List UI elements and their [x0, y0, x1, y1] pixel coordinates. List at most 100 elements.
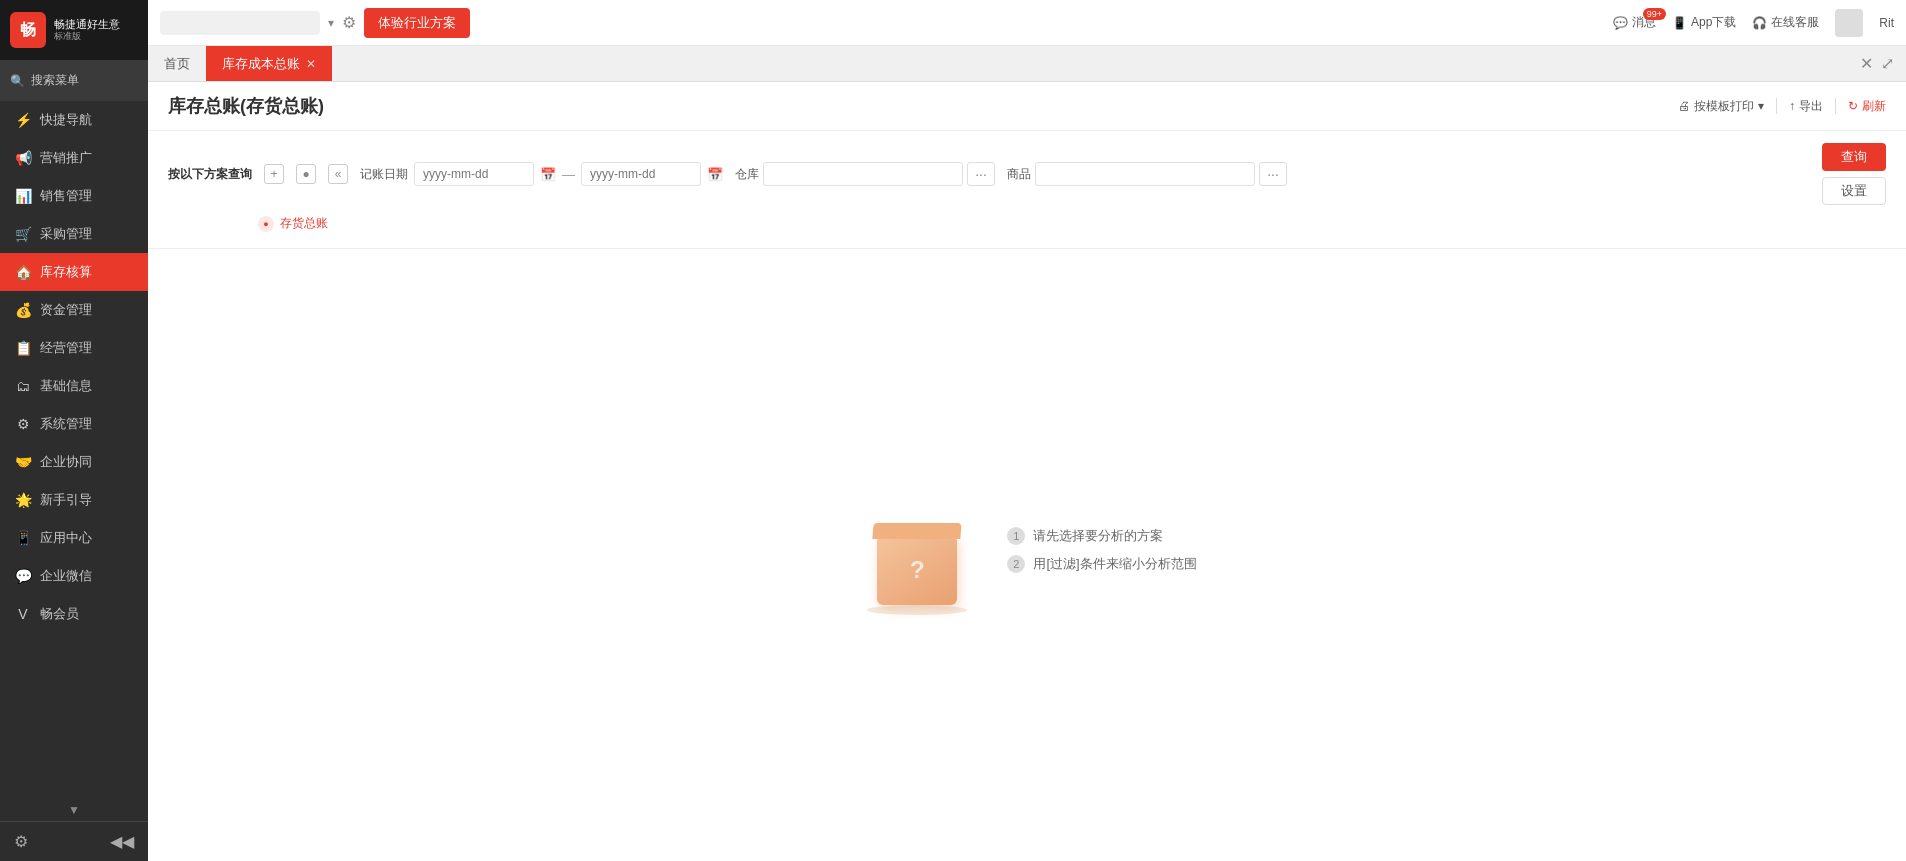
sidebar-item-sales[interactable]: 📊 销售管理 [0, 177, 148, 215]
sidebar-item-marketing[interactable]: 📢 营销推广 [0, 139, 148, 177]
scheme-item[interactable]: ● 存货总账 [248, 211, 338, 236]
sidebar-item-funds[interactable]: 💰 资金管理 [0, 291, 148, 329]
refresh-label: 刷新 [1862, 98, 1886, 115]
inventory-icon: 🏠 [14, 264, 32, 280]
message-action[interactable]: 💬 消息 99+ [1613, 14, 1656, 31]
empty-box [877, 535, 957, 605]
scheme-area: ● 存货总账 [168, 205, 1886, 236]
content-wrapper: 库存总账(存货总账) 🖨 按模板打印 ▾ ↑ 导出 ↻ 刷新 [148, 82, 1906, 861]
sidebar-item-member[interactable]: V 畅会员 [0, 595, 148, 633]
empty-step-1: 1 请先选择要分析的方案 [1007, 527, 1196, 545]
sidebar-item-enterprise[interactable]: 🤝 企业协同 [0, 443, 148, 481]
refresh-button[interactable]: ↻ 刷新 [1848, 98, 1886, 115]
sidebar-item-purchase[interactable]: 🛒 采购管理 [0, 215, 148, 253]
page-header: 库存总账(存货总账) 🖨 按模板打印 ▾ ↑ 导出 ↻ 刷新 [148, 82, 1906, 131]
step-1-text: 请先选择要分析的方案 [1033, 527, 1163, 545]
sidebar-item-operations[interactable]: 📋 经营管理 [0, 329, 148, 367]
sidebar-item-label: 库存核算 [40, 263, 92, 281]
warehouse-more-button[interactable]: ··· [967, 162, 995, 186]
tab-close-panel-icon[interactable]: ✕ [1860, 54, 1873, 73]
filter-add-button[interactable]: + [264, 164, 284, 184]
sidebar-item-label: 快捷导航 [40, 111, 92, 129]
calendar-end-icon[interactable]: 📅 [707, 167, 723, 182]
product-more-button[interactable]: ··· [1259, 162, 1287, 186]
filter-collapse-button[interactable]: « [328, 164, 348, 184]
appcenter-icon: 📱 [14, 530, 32, 546]
purchase-icon: 🛒 [14, 226, 32, 242]
trial-btn[interactable]: 体验行业方案 [364, 8, 470, 38]
warehouse-input[interactable] [763, 162, 963, 186]
nav-path-input[interactable] [160, 11, 320, 35]
basic-icon: 🗂 [14, 378, 32, 394]
logo-badge: 标准版 [54, 31, 120, 43]
tabbar: 首页 库存成本总账 ✕ ✕ ⤢ [148, 46, 1906, 82]
tab-inventory-ledger[interactable]: 库存成本总账 ✕ [206, 46, 332, 81]
empty-state: 1 请先选择要分析的方案 2 用[过滤]条件来缩小分析范围 [148, 249, 1906, 861]
tab-inventory-ledger-label: 库存成本总账 [222, 55, 300, 73]
filter-warehouse-field: 仓库 ··· [735, 162, 995, 186]
export-icon: ↑ [1789, 99, 1795, 113]
avatar [1835, 9, 1863, 37]
sidebar-search-area[interactable]: 🔍 搜索菜单 [0, 60, 148, 101]
scroll-down-arrow[interactable]: ▼ [68, 803, 80, 817]
filter-clear-button[interactable]: ● [296, 164, 316, 184]
wechat-icon: 💬 [14, 568, 32, 584]
sidebar-footer: ⚙ ◀◀ [0, 821, 148, 861]
app-download-label: App下载 [1691, 14, 1736, 31]
empty-shadow [867, 605, 967, 615]
page-header-actions: 🖨 按模板打印 ▾ ↑ 导出 ↻ 刷新 [1678, 98, 1886, 115]
sidebar-item-label: 销售管理 [40, 187, 92, 205]
enterprise-icon: 🤝 [14, 454, 32, 470]
filter-action-buttons: 查询 设置 [1822, 143, 1886, 205]
sidebar-item-appcenter[interactable]: 📱 应用中心 [0, 519, 148, 557]
nav-dropdown-icon[interactable]: ▾ [328, 16, 334, 30]
step-1-num: 1 [1007, 527, 1025, 545]
logo-icon: 畅 [10, 12, 46, 48]
date-end-input[interactable] [581, 162, 701, 186]
sidebar-item-label: 系统管理 [40, 415, 92, 433]
calendar-start-icon[interactable]: 📅 [540, 167, 556, 182]
sidebar-item-label: 企业协同 [40, 453, 92, 471]
sidebar-item-inventory[interactable]: 🏠 库存核算 [0, 253, 148, 291]
system-icon: ⚙ [14, 416, 32, 432]
headset-icon: 🎧 [1752, 16, 1767, 30]
empty-illustration [857, 495, 977, 615]
tab-resize-icon[interactable]: ⤢ [1881, 54, 1894, 73]
sidebar: 畅 畅捷通好生意 标准版 🔍 搜索菜单 ⚡ 快捷导航 📢 营销推广 📊 销售管理… [0, 0, 148, 861]
sidebar-item-wechat[interactable]: 💬 企业微信 [0, 557, 148, 595]
sidebar-item-basic[interactable]: 🗂 基础信息 [0, 367, 148, 405]
settings-footer-icon[interactable]: ⚙ [14, 832, 28, 851]
print-label: 按模板打印 [1694, 98, 1754, 115]
topbar-gear-icon[interactable]: ⚙ [342, 13, 356, 32]
sidebar-item-label: 应用中心 [40, 529, 92, 547]
print-button[interactable]: 🖨 按模板打印 ▾ [1678, 98, 1764, 115]
sidebar-logo: 畅 畅捷通好生意 标准版 [0, 0, 148, 60]
settings-button[interactable]: 设置 [1822, 177, 1886, 205]
app-download-action[interactable]: 📱 App下载 [1672, 14, 1736, 31]
shortcut-icon: ⚡ [14, 112, 32, 128]
sidebar-item-shortcut[interactable]: ⚡ 快捷导航 [0, 101, 148, 139]
query-button[interactable]: 查询 [1822, 143, 1886, 171]
logo-name: 畅捷通好生意 [54, 17, 120, 31]
export-label: 导出 [1799, 98, 1823, 115]
sidebar-item-label: 营销推广 [40, 149, 92, 167]
collapse-footer-icon[interactable]: ◀◀ [110, 832, 134, 851]
operations-icon: 📋 [14, 340, 32, 356]
online-service-action[interactable]: 🎧 在线客服 [1752, 14, 1819, 31]
sidebar-scroll-down[interactable]: ▼ [0, 799, 148, 821]
product-input[interactable] [1035, 162, 1255, 186]
refresh-icon: ↻ [1848, 99, 1858, 113]
tab-home[interactable]: 首页 [148, 46, 206, 81]
date-start-input[interactable] [414, 162, 534, 186]
sidebar-item-system[interactable]: ⚙ 系统管理 [0, 405, 148, 443]
step-2-text: 用[过滤]条件来缩小分析范围 [1033, 555, 1196, 573]
sidebar-item-newbie[interactable]: 🌟 新手引导 [0, 481, 148, 519]
filter-row: 按以下方案查询 + ● « 记账日期 📅 — 📅 仓库 ··· [168, 143, 1886, 205]
filter-section-label: 按以下方案查询 [168, 166, 252, 183]
search-menu-button[interactable]: 🔍 搜索菜单 [10, 68, 138, 93]
user-avatar[interactable] [1835, 9, 1863, 37]
tab-close-icon[interactable]: ✕ [306, 57, 316, 71]
page-title: 库存总账(存货总账) [168, 94, 324, 118]
export-button[interactable]: ↑ 导出 [1789, 98, 1823, 115]
print-dropdown-icon[interactable]: ▾ [1758, 99, 1764, 113]
